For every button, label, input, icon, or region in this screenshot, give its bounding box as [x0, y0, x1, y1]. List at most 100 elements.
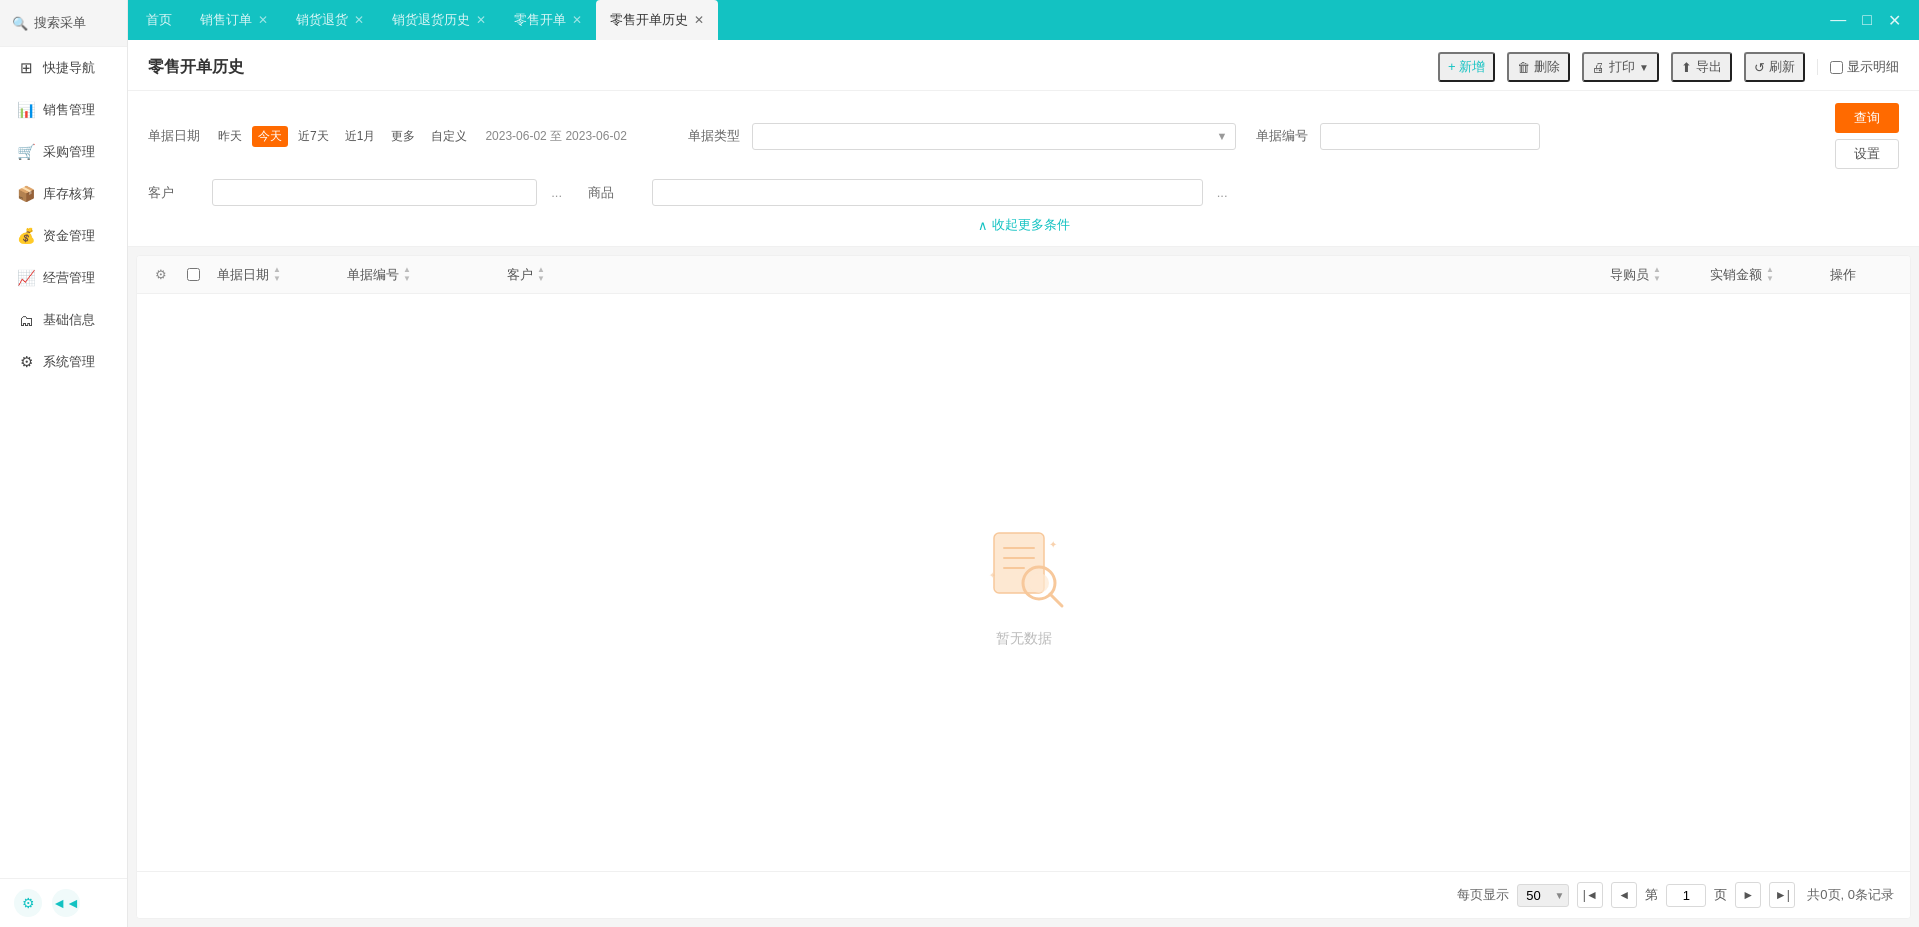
- date-btn-近1月[interactable]: 近1月: [339, 126, 382, 147]
- sidebar-item-label-inventory: 库存核算: [43, 185, 95, 203]
- filter-customer-field: 客户 ...: [148, 179, 568, 206]
- empty-text: 暂无数据: [996, 630, 1052, 648]
- sidebar-item-system[interactable]: ⚙ 系统管理: [0, 341, 127, 383]
- tab-home[interactable]: 首页: [132, 0, 186, 40]
- filter-area: 单据日期 昨天今天近7天近1月更多自定义 2023-06-02 至 2023-0…: [128, 91, 1919, 247]
- date-btn-自定义[interactable]: 自定义: [425, 126, 473, 147]
- sidebar-item-shortcuts[interactable]: ⊞ 快捷导航: [0, 47, 127, 89]
- goods-input[interactable]: [652, 179, 1203, 206]
- goods-dots[interactable]: ...: [1211, 185, 1234, 200]
- th-number[interactable]: 单据编号 ▲▼: [339, 266, 499, 284]
- type-select-wrapper: ▼: [752, 123, 1236, 150]
- sidebar-item-purchase[interactable]: 🛒 采购管理: [0, 131, 127, 173]
- customer-label: 客户: [148, 184, 204, 202]
- date-btn-近7天[interactable]: 近7天: [292, 126, 335, 147]
- date-btn-更多[interactable]: 更多: [385, 126, 421, 147]
- page-number-input[interactable]: [1666, 884, 1706, 907]
- settings-footer-icon[interactable]: ⚙: [14, 889, 42, 917]
- sidebar-item-basic[interactable]: 🗂 基础信息: [0, 299, 127, 341]
- tab-close-sales-return[interactable]: ✕: [354, 13, 364, 27]
- tab-close-sales-return-history[interactable]: ✕: [476, 13, 486, 27]
- customer-input[interactable]: [212, 179, 537, 206]
- page-container: 零售开单历史 + 新增 🗑 删除 🖨 打印 ▼ ⬆ 导出 ↺: [128, 40, 1919, 927]
- sidebar-item-label-purchase: 采购管理: [43, 143, 95, 161]
- th-number-sort: ▲▼: [403, 266, 411, 283]
- next-page-button[interactable]: ►: [1735, 882, 1761, 908]
- collapse-up-icon: ∧: [978, 218, 988, 233]
- sidebar-item-operations[interactable]: 📈 经营管理: [0, 257, 127, 299]
- tab-close-sales-order[interactable]: ✕: [258, 13, 268, 27]
- show-detail-checkbox[interactable]: [1830, 61, 1843, 74]
- collapse-button[interactable]: ∧ 收起更多条件: [148, 216, 1899, 234]
- th-amount-sort: ▲▼: [1766, 266, 1774, 283]
- svg-text:✦: ✦: [989, 571, 996, 580]
- prev-page-button[interactable]: ◄: [1611, 882, 1637, 908]
- per-page-select[interactable]: 50 100 200: [1517, 884, 1569, 907]
- last-page-button[interactable]: ►|: [1769, 882, 1795, 908]
- tab-sales-order[interactable]: 销售订单✕: [186, 0, 282, 40]
- tab-sales-return[interactable]: 销货退货✕: [282, 0, 378, 40]
- type-select[interactable]: [752, 123, 1236, 150]
- empty-state: ✦ ✦ 暂无数据: [137, 294, 1910, 871]
- table-area: ⚙ 单据日期 ▲▼ 单据编号 ▲▼ 客户: [136, 255, 1911, 919]
- filter-type-field: 单据类型 ▼: [688, 123, 1236, 150]
- select-all-checkbox-wrapper: [177, 268, 209, 281]
- filter-row-1: 单据日期 昨天今天近7天近1月更多自定义 2023-06-02 至 2023-0…: [148, 103, 1899, 169]
- per-page-label: 每页显示: [1457, 886, 1509, 904]
- sidebar-item-finance[interactable]: 💰 资金管理: [0, 215, 127, 257]
- shortcuts-icon: ⊞: [17, 59, 35, 77]
- tab-close-retail-history[interactable]: ✕: [694, 13, 704, 27]
- page-label: 第: [1645, 886, 1658, 904]
- system-icon: ⚙: [17, 353, 35, 371]
- add-button[interactable]: + 新增: [1438, 52, 1495, 82]
- date-btn-今天[interactable]: 今天: [252, 126, 288, 147]
- close-button[interactable]: ✕: [1882, 7, 1907, 34]
- sales-icon: 📊: [17, 101, 35, 119]
- refresh-icon: ↺: [1754, 60, 1765, 75]
- refresh-button[interactable]: ↺ 刷新: [1744, 52, 1805, 82]
- first-page-button[interactable]: |◄: [1577, 882, 1603, 908]
- collapse-sidebar-icon[interactable]: ◄◄: [52, 889, 80, 917]
- basic-icon: 🗂: [17, 312, 35, 329]
- filter-row-2: 客户 ... 商品 ...: [148, 179, 1899, 206]
- minimize-button[interactable]: —: [1824, 7, 1852, 33]
- tab-sales-return-history[interactable]: 销货退货历史 ✕: [378, 0, 500, 40]
- select-all-checkbox[interactable]: [187, 268, 200, 281]
- tab-label-sales-return-history: 销货退货历史: [392, 11, 470, 29]
- th-customer[interactable]: 客户 ▲▼: [499, 266, 1602, 284]
- th-guide-label: 导购员: [1610, 266, 1649, 284]
- sidebar-item-sales[interactable]: 📊 销售管理: [0, 89, 127, 131]
- th-date-sort: ▲▼: [273, 266, 281, 283]
- search-menu[interactable]: 🔍 搜索采单: [0, 0, 127, 47]
- customer-dots[interactable]: ...: [545, 185, 568, 200]
- delete-button[interactable]: 🗑 删除: [1507, 52, 1570, 82]
- print-button[interactable]: 🖨 打印 ▼: [1582, 52, 1659, 82]
- page-header: 零售开单历史 + 新增 🗑 删除 🖨 打印 ▼ ⬆ 导出 ↺: [128, 40, 1919, 91]
- th-amount[interactable]: 实销金额 ▲▼: [1702, 266, 1822, 284]
- th-number-label: 单据编号: [347, 266, 399, 284]
- svg-point-5: [1029, 573, 1049, 593]
- th-guide-sort: ▲▼: [1653, 266, 1661, 283]
- print-icon: 🖨: [1592, 60, 1605, 75]
- tab-close-retail-open[interactable]: ✕: [572, 13, 582, 27]
- search-icon: 🔍: [12, 16, 28, 31]
- th-guide[interactable]: 导购员 ▲▼: [1602, 266, 1702, 284]
- page-total-text: 共0页, 0条记录: [1807, 886, 1894, 904]
- number-input[interactable]: [1320, 123, 1540, 150]
- th-date[interactable]: 单据日期 ▲▼: [209, 266, 339, 284]
- tab-retail-history[interactable]: 零售开单历史✕: [596, 0, 718, 40]
- th-action-label: 操作: [1830, 266, 1856, 284]
- pagination: 每页显示 50 100 200 ▼ |◄ ◄ 第 页 ► ►| 共0页, 0条记…: [137, 871, 1910, 918]
- delete-icon: 🗑: [1517, 60, 1530, 75]
- show-detail-toggle[interactable]: 显示明细: [1830, 58, 1899, 76]
- setting-button[interactable]: 设置: [1835, 139, 1899, 169]
- svg-line-6: [1050, 594, 1062, 606]
- maximize-button[interactable]: □: [1856, 7, 1878, 33]
- column-config-icon[interactable]: ⚙: [145, 267, 177, 282]
- query-button[interactable]: 查询: [1835, 103, 1899, 133]
- date-btn-昨天[interactable]: 昨天: [212, 126, 248, 147]
- sidebar-item-inventory[interactable]: 📦 库存核算: [0, 173, 127, 215]
- export-button[interactable]: ⬆ 导出: [1671, 52, 1732, 82]
- main-area: 首页销售订单✕销货退货✕销货退货历史✕零售开单✕零售开单历史✕ — □ ✕ 零售…: [128, 0, 1919, 927]
- tab-retail-open[interactable]: 零售开单✕: [500, 0, 596, 40]
